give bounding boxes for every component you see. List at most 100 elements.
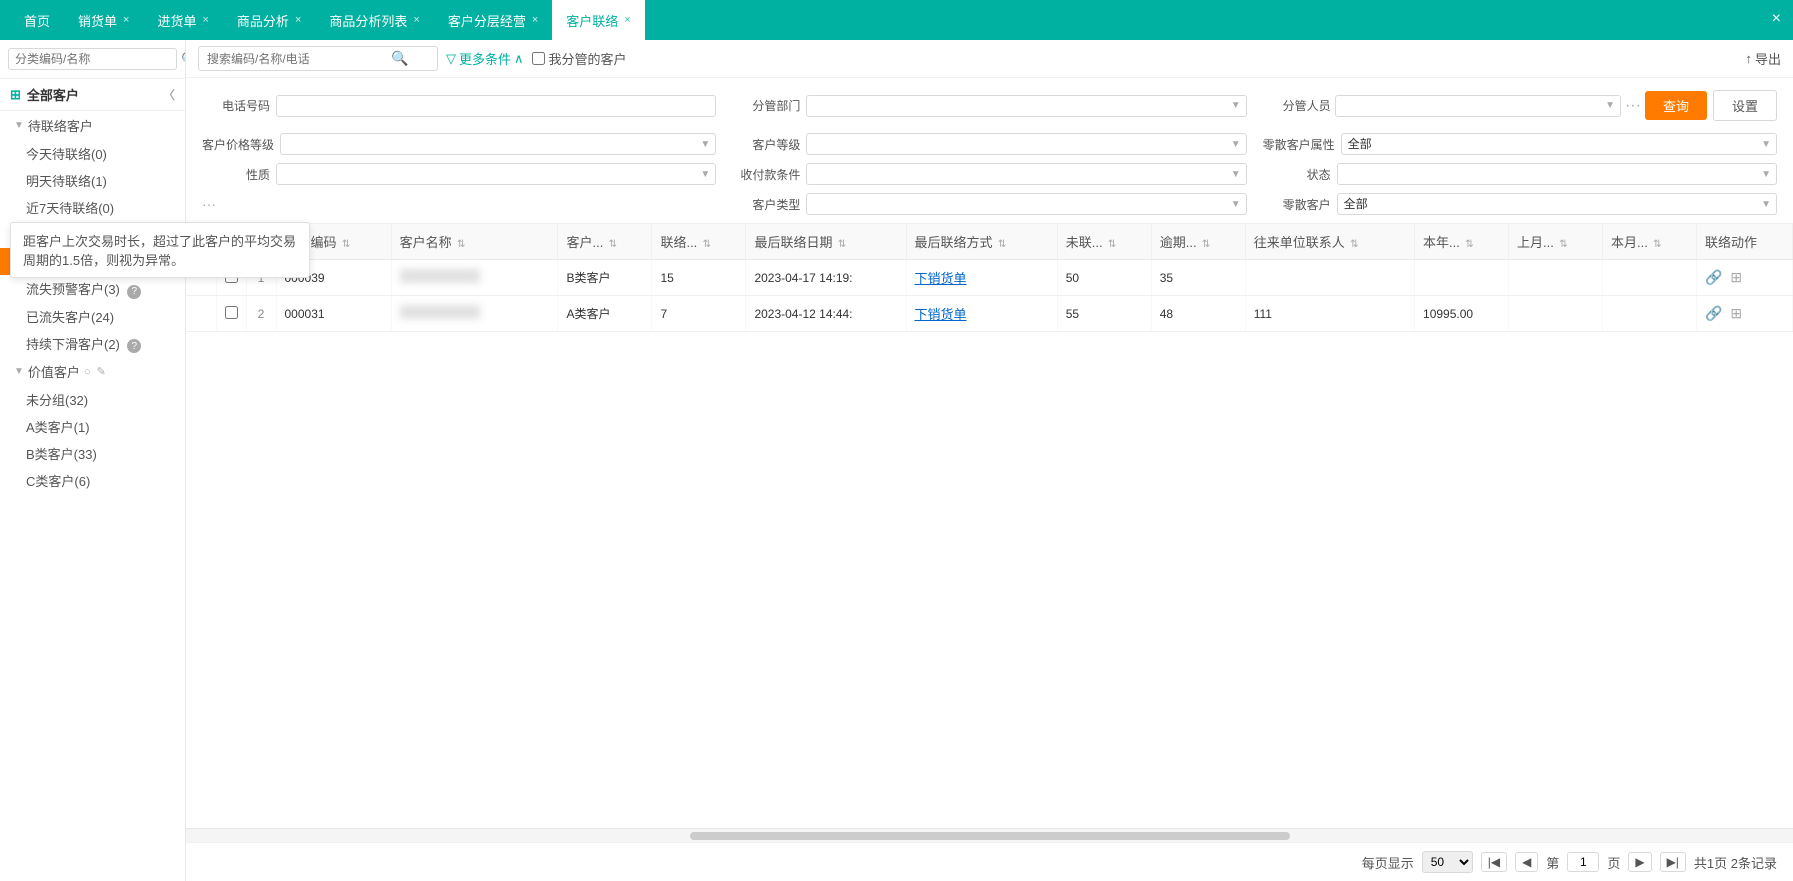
- prev-page-btn[interactable]: ◀: [1515, 852, 1538, 872]
- sidebar-value-customers-group[interactable]: ▼ 价值客户 ○ ✎: [0, 357, 185, 386]
- nav-home[interactable]: 首页: [10, 0, 64, 40]
- my-customers-checkbox[interactable]: [532, 52, 545, 65]
- sidebar-pending-7days[interactable]: 近7天待联络(0): [0, 194, 185, 221]
- customer-level-select[interactable]: [806, 133, 1246, 155]
- scatter-attr-select[interactable]: 全部: [1341, 133, 1777, 155]
- close-window-button[interactable]: ×: [1772, 10, 1781, 28]
- dept-select[interactable]: [806, 95, 1246, 117]
- col-overdue[interactable]: 逾期... ⇅: [1151, 224, 1245, 260]
- more-icon[interactable]: ···: [1625, 97, 1641, 115]
- page-number-input[interactable]: [1567, 852, 1599, 872]
- manager-select[interactable]: [1335, 95, 1621, 117]
- horizontal-scrollbar[interactable]: [186, 828, 1793, 842]
- nav-purchase[interactable]: 进货单 ×: [143, 0, 222, 40]
- label-manager: 分管人员: [1263, 97, 1331, 114]
- row2-this-year: 10995.00: [1415, 296, 1509, 332]
- nav-sales[interactable]: 销货单 ×: [64, 0, 143, 40]
- sidebar-class-b[interactable]: B类客户(33): [0, 440, 185, 467]
- sidebar-all-customers[interactable]: ⊞ 全部客户 〈: [0, 79, 185, 111]
- row2-link-icon[interactable]: 🔗: [1705, 305, 1722, 322]
- first-page-btn[interactable]: |◀: [1481, 852, 1507, 872]
- row1-link-icon[interactable]: 🔗: [1705, 269, 1722, 286]
- scroll-thumb[interactable]: [690, 832, 1290, 840]
- nav-customer-contact[interactable]: 客户联络 ×: [552, 0, 644, 40]
- collapse-icon[interactable]: 〈: [163, 86, 175, 103]
- close-purchase-tab[interactable]: ×: [202, 14, 208, 26]
- row2-last-date: 2023-04-12 14:44:: [746, 296, 906, 332]
- filter-row-11: 客户类型 ▼: [732, 193, 1246, 215]
- circle-icon: ○: [84, 366, 91, 378]
- status-select[interactable]: [1337, 163, 1777, 185]
- col-last-contact-date[interactable]: 最后联络日期 ⇅: [746, 224, 906, 260]
- edit-icon[interactable]: ✎: [97, 365, 106, 378]
- col-last-contact-method[interactable]: 最后联络方式 ⇅: [906, 224, 1057, 260]
- sidebar-declining[interactable]: 持续下滑客户(2) ?: [0, 330, 185, 358]
- sort-lmonth-icon: ⇅: [1559, 239, 1567, 250]
- row1-last-method[interactable]: 下销货单: [906, 260, 1057, 296]
- main-search-input[interactable]: [207, 52, 387, 66]
- close-sales-tab[interactable]: ×: [123, 14, 129, 26]
- sidebar-lost-warning[interactable]: 流失预警客户(3) ?: [0, 275, 185, 303]
- nature-select[interactable]: [276, 163, 716, 185]
- sidebar-pending-today[interactable]: 今天待联络(0): [0, 140, 185, 167]
- col-last-month[interactable]: 上月... ⇅: [1509, 224, 1603, 260]
- col-unreached[interactable]: 未联... ⇅: [1057, 224, 1151, 260]
- main-search-icon[interactable]: 🔍: [391, 50, 408, 67]
- sidebar-class-c[interactable]: C类客户(6): [0, 467, 185, 494]
- customer-type-select[interactable]: [806, 193, 1246, 215]
- nav-analysis[interactable]: 商品分析 ×: [223, 0, 315, 40]
- payment-select[interactable]: [806, 163, 1246, 185]
- close-analysis-list-tab[interactable]: ×: [413, 14, 419, 26]
- sort-unit-icon: ⇅: [1350, 239, 1358, 250]
- row2-overdue: 48: [1151, 296, 1245, 332]
- close-analysis-tab[interactable]: ×: [295, 14, 301, 26]
- more-dots[interactable]: ···: [202, 196, 216, 212]
- next-page-btn[interactable]: ▶: [1628, 852, 1651, 872]
- phone-input[interactable]: [276, 95, 716, 117]
- row2-last-method[interactable]: 下销货单: [906, 296, 1057, 332]
- last-page-btn[interactable]: ▶|: [1660, 852, 1686, 872]
- close-customer-contact-tab[interactable]: ×: [624, 14, 630, 26]
- nav-customer-segment[interactable]: 客户分层经营 ×: [434, 0, 552, 40]
- sort-contact-icon: ⇅: [703, 239, 711, 250]
- sidebar-pending-group[interactable]: ▼ 待联络客户: [0, 111, 185, 140]
- col-name[interactable]: 客户名称 ⇅: [391, 224, 558, 260]
- row1-actions: 🔗 ⊞: [1696, 260, 1792, 296]
- more-conditions-btn[interactable]: ▽ 更多条件 ∧: [446, 49, 524, 68]
- row2-grid-icon[interactable]: ⊞: [1730, 305, 1742, 322]
- help-icon-3[interactable]: ?: [127, 339, 141, 353]
- dept-select-wrap: ▼: [806, 95, 1246, 117]
- col-category[interactable]: 客户... ⇅: [558, 224, 652, 260]
- row1-category: B类客户: [558, 260, 652, 296]
- row2-actions: 🔗 ⊞: [1696, 296, 1792, 332]
- sidebar-class-a[interactable]: A类客户(1): [0, 413, 185, 440]
- nav-analysis-list[interactable]: 商品分析列表 ×: [315, 0, 433, 40]
- export-button[interactable]: ↑ 导出: [1745, 49, 1781, 68]
- row1-last-date: 2023-04-17 14:19:: [746, 260, 906, 296]
- filter-row-9: 状态 ▼: [1263, 163, 1777, 185]
- scatter-customer-select[interactable]: 全部: [1337, 193, 1777, 215]
- sidebar-pending-tomorrow[interactable]: 明天待联络(1): [0, 167, 185, 194]
- close-customer-segment-tab[interactable]: ×: [532, 14, 538, 26]
- row2-select[interactable]: [225, 306, 238, 319]
- sidebar-search-input[interactable]: [8, 48, 177, 70]
- col-this-month[interactable]: 本月... ⇅: [1602, 224, 1696, 260]
- row2-checkbox[interactable]: [216, 296, 246, 332]
- col-unit-contact[interactable]: 往来单位联系人 ⇅: [1245, 224, 1414, 260]
- filter-row-10: ···: [202, 193, 716, 215]
- col-contact[interactable]: 联络... ⇅: [652, 224, 746, 260]
- price-level-select[interactable]: [280, 133, 716, 155]
- help-icon-2[interactable]: ?: [127, 285, 141, 299]
- label-phone: 电话号码: [202, 97, 270, 114]
- page-size-select[interactable]: 50 20 100: [1422, 851, 1473, 873]
- data-table-wrap[interactable]: ⚙ 客户编码 ⇅ 客户名称 ⇅: [186, 224, 1793, 828]
- sidebar-ungrouped[interactable]: 未分组(32): [0, 386, 185, 413]
- col-this-year[interactable]: 本年... ⇅: [1415, 224, 1509, 260]
- row1-overdue: 35: [1151, 260, 1245, 296]
- settings-button[interactable]: 设置: [1713, 90, 1777, 121]
- filter-row-5: 客户等级 ▼: [732, 133, 1246, 155]
- query-button[interactable]: 查询: [1645, 91, 1707, 120]
- row1-grid-icon[interactable]: ⊞: [1730, 269, 1742, 286]
- row1-unreached: 50: [1057, 260, 1151, 296]
- sidebar-lost-customers[interactable]: 已流失客户(24): [0, 303, 185, 330]
